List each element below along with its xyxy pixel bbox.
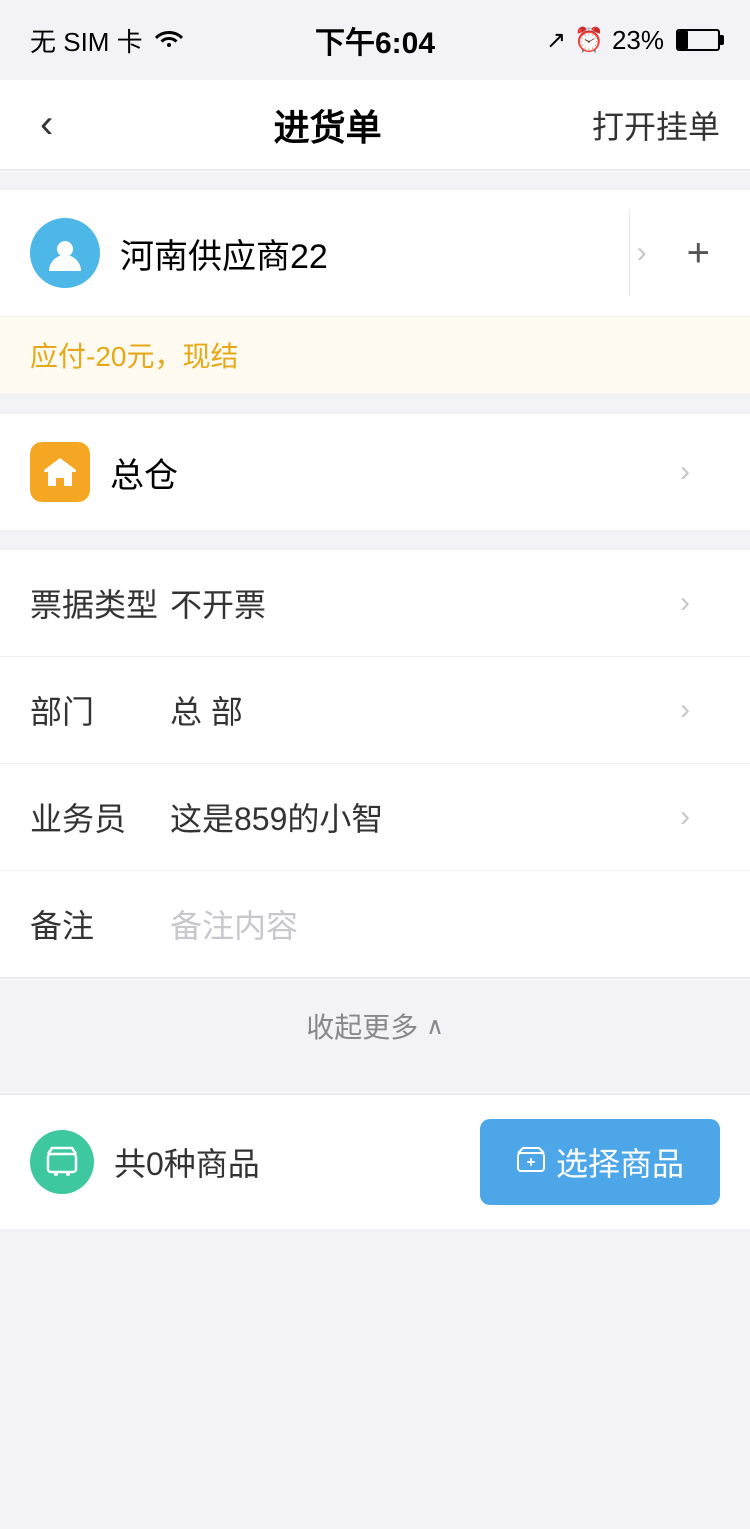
nav-bar: ‹ 进货单 打开挂单 — [0, 80, 750, 170]
supplier-section: 河南供应商22 › + 应付-20元，现结 — [0, 190, 750, 394]
supplier-divider — [629, 210, 630, 296]
remark-label: 备注 — [30, 901, 170, 947]
ticket-type-chevron-icon: › — [680, 586, 690, 620]
salesperson-row[interactable]: 业务员 这是859的小智 › — [0, 763, 750, 870]
salesperson-label: 业务员 — [30, 794, 170, 840]
department-value: 总 部 — [170, 687, 680, 733]
user-icon — [45, 233, 85, 273]
status-time: 下午6:04 — [315, 18, 435, 62]
supplier-chevron-icon: › — [637, 236, 647, 270]
open-pending-button[interactable]: 打开挂单 — [592, 102, 720, 148]
form-section: 票据类型 不开票 › 部门 总 部 › 业务员 这是859的小智 › 备注 备注… — [0, 550, 750, 977]
bottom-gray-area — [0, 1229, 750, 1529]
supplier-avatar — [30, 218, 100, 288]
ticket-type-value: 不开票 — [170, 580, 680, 626]
collapse-button[interactable]: 收起更多 ∧ — [0, 977, 750, 1074]
wifi-icon — [153, 25, 185, 56]
warehouse-section: 总仓 › — [0, 414, 750, 530]
select-product-button[interactable]: 选择商品 — [480, 1119, 720, 1205]
status-bar: 无 SIM 卡 下午6:04 ↗ ⏰ 23% — [0, 0, 750, 80]
cart-icon — [44, 1144, 80, 1180]
department-chevron-icon: › — [680, 693, 690, 727]
battery-label: 23% — [612, 25, 664, 56]
alarm-icon: ⏰ — [574, 26, 604, 55]
select-product-icon — [516, 1147, 546, 1177]
bottom-bar: 共0种商品 选择商品 — [0, 1094, 750, 1229]
product-count: 共0种商品 — [114, 1139, 480, 1185]
remark-input[interactable]: 备注内容 — [170, 901, 720, 947]
ticket-type-label: 票据类型 — [30, 580, 170, 626]
select-product-label: 选择商品 — [556, 1139, 684, 1185]
section-gap-2 — [0, 394, 750, 414]
collapse-label: 收起更多 — [306, 1006, 418, 1046]
department-label: 部门 — [30, 687, 170, 733]
collapse-arrow-icon: ∧ — [426, 1012, 444, 1041]
supplier-name: 河南供应商22 — [120, 229, 637, 278]
remark-row[interactable]: 备注 备注内容 — [0, 870, 750, 977]
notice-banner: 应付-20元，现结 — [0, 317, 750, 394]
section-gap-4 — [0, 1074, 750, 1094]
location-icon: ↗ — [546, 26, 566, 55]
warehouse-icon — [30, 442, 90, 502]
carrier-label: 无 SIM 卡 — [30, 22, 143, 59]
home-icon — [42, 454, 78, 490]
product-icon — [30, 1130, 94, 1194]
salesperson-chevron-icon: › — [680, 800, 690, 834]
battery-icon — [676, 29, 720, 51]
salesperson-value: 这是859的小智 — [170, 794, 680, 840]
back-button[interactable]: ‹ — [30, 92, 63, 157]
ticket-type-row[interactable]: 票据类型 不开票 › — [0, 550, 750, 656]
page-title: 进货单 — [274, 99, 382, 151]
status-right: ↗ ⏰ 23% — [546, 25, 720, 56]
warehouse-row[interactable]: 总仓 › — [0, 414, 750, 530]
section-gap-3 — [0, 530, 750, 550]
supplier-row[interactable]: 河南供应商22 › + — [0, 190, 750, 317]
section-gap-1 — [0, 170, 750, 190]
add-supplier-button[interactable]: + — [677, 231, 720, 276]
department-row[interactable]: 部门 总 部 › — [0, 656, 750, 763]
warehouse-chevron-icon: › — [680, 455, 690, 489]
status-left: 无 SIM 卡 — [30, 22, 185, 59]
warehouse-name: 总仓 — [110, 448, 680, 497]
